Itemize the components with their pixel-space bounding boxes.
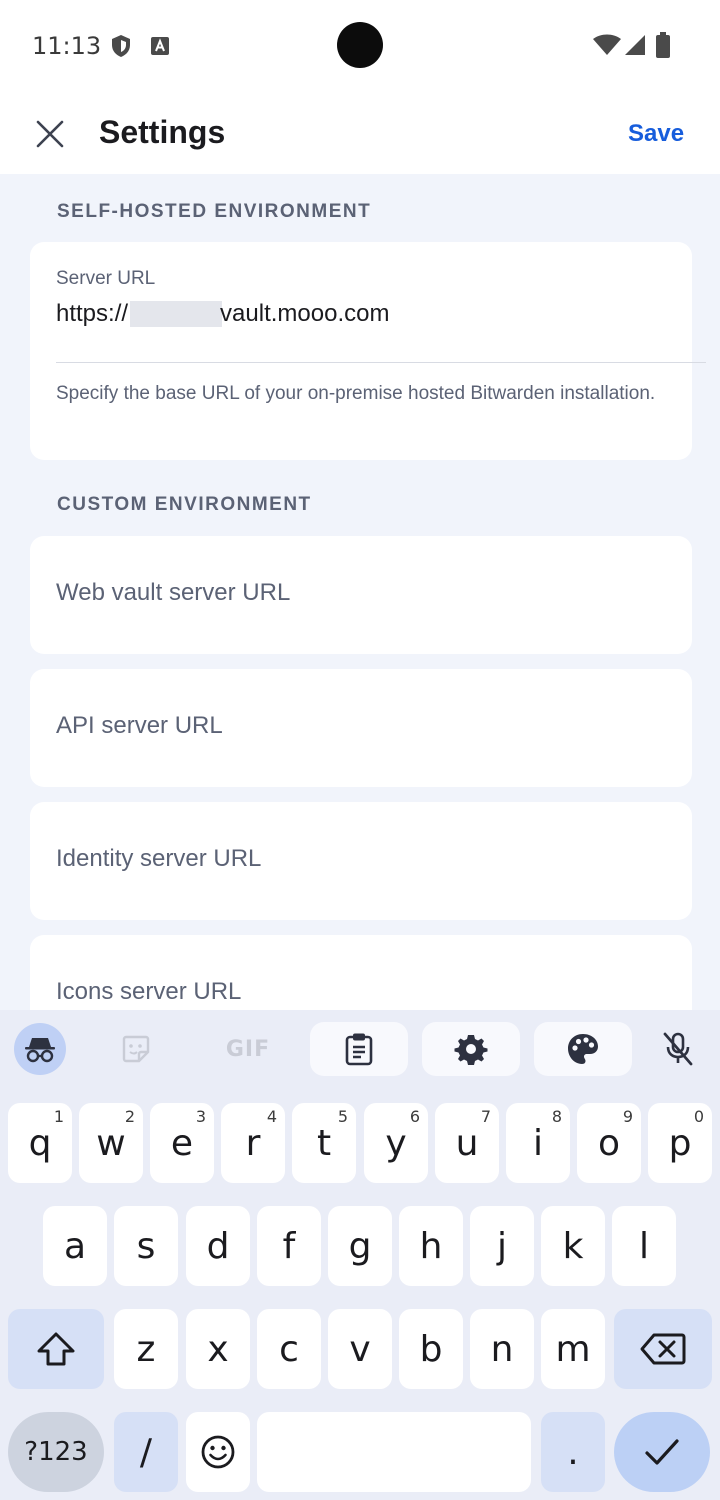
key-i[interactable]: i8 <box>506 1103 570 1183</box>
gear-icon <box>454 1035 488 1065</box>
done-key[interactable] <box>614 1412 710 1492</box>
incognito-icon <box>25 1038 55 1063</box>
backspace-key[interactable] <box>614 1309 712 1389</box>
symbols-key[interactable]: ?123 <box>8 1412 104 1492</box>
settings-button[interactable] <box>422 1022 520 1076</box>
battery-icon <box>656 32 670 63</box>
status-time: 11:13 <box>32 32 102 60</box>
key-j[interactable]: j <box>470 1206 534 1286</box>
mic-off-icon <box>663 1032 693 1066</box>
voice-input-button[interactable] <box>654 1022 702 1076</box>
space-key[interactable] <box>257 1412 531 1492</box>
web-vault-url-placeholder: Web vault server URL <box>56 579 291 606</box>
key-a[interactable]: a <box>43 1206 107 1286</box>
incognito-button[interactable] <box>14 1023 66 1075</box>
sticker-icon <box>122 1035 150 1063</box>
key-b[interactable]: b <box>399 1309 463 1389</box>
shield-icon <box>110 34 132 63</box>
redacted-text <box>130 301 223 327</box>
web-vault-url-field[interactable]: Web vault server URL <box>30 536 692 654</box>
key-e[interactable]: e3 <box>150 1103 214 1183</box>
settings-content: SELF-HOSTED ENVIRONMENT Server URL https… <box>0 174 720 1010</box>
api-server-url-placeholder: API server URL <box>56 712 223 739</box>
server-url-label: Server URL <box>56 268 156 289</box>
key-d[interactable]: d <box>186 1206 250 1286</box>
icons-server-url-placeholder: Icons server URL <box>56 978 242 1005</box>
period-key[interactable]: . <box>541 1412 605 1492</box>
key-x[interactable]: x <box>186 1309 250 1389</box>
api-server-url-field[interactable]: API server URL <box>30 669 692 787</box>
signal-icon <box>624 34 646 61</box>
page-title: Settings <box>99 114 226 150</box>
custom-section-header: CUSTOM ENVIRONMENT <box>57 494 312 515</box>
status-bar: 11:13 <box>0 0 720 92</box>
palette-icon <box>568 1034 598 1064</box>
emoji-key[interactable] <box>186 1412 250 1492</box>
check-icon <box>645 1439 679 1465</box>
clipboard-button[interactable] <box>310 1022 408 1076</box>
key-q[interactable]: q1 <box>8 1103 72 1183</box>
sticker-button[interactable] <box>112 1022 160 1076</box>
key-v[interactable]: v <box>328 1309 392 1389</box>
gif-button[interactable]: GIF <box>210 1022 286 1076</box>
key-t[interactable]: t5 <box>292 1103 356 1183</box>
key-o[interactable]: o9 <box>577 1103 641 1183</box>
close-button[interactable] <box>26 110 74 158</box>
save-button[interactable]: Save <box>620 118 692 150</box>
camera-cutout <box>337 22 383 68</box>
server-url-input[interactable]: https:// vault.mooo.com <box>56 300 389 328</box>
key-w[interactable]: w2 <box>79 1103 143 1183</box>
self-hosted-section-header: SELF-HOSTED ENVIRONMENT <box>57 201 372 222</box>
server-url-card: Server URL https:// vault.mooo.com Speci… <box>30 242 706 460</box>
gif-label: GIF <box>225 1036 271 1062</box>
theme-button[interactable] <box>534 1022 632 1076</box>
key-f[interactable]: f <box>257 1206 321 1286</box>
font-icon <box>150 36 170 61</box>
key-z[interactable]: z <box>114 1309 178 1389</box>
key-c[interactable]: c <box>257 1309 321 1389</box>
key-g[interactable]: g <box>328 1206 392 1286</box>
key-r[interactable]: r4 <box>221 1103 285 1183</box>
key-k[interactable]: k <box>541 1206 605 1286</box>
identity-server-url-placeholder: Identity server URL <box>56 845 262 872</box>
shift-icon <box>37 1332 75 1366</box>
identity-server-url-field[interactable]: Identity server URL <box>30 802 692 920</box>
key-h[interactable]: h <box>399 1206 463 1286</box>
key-l[interactable]: l <box>612 1206 676 1286</box>
icons-server-url-field[interactable]: Icons server URL <box>30 935 692 1010</box>
shift-key[interactable] <box>8 1309 104 1389</box>
clipboard-icon <box>345 1033 373 1066</box>
close-icon <box>36 120 64 148</box>
top-app-bar: Settings Save <box>0 92 720 174</box>
key-y[interactable]: y6 <box>364 1103 428 1183</box>
key-m[interactable]: m <box>541 1309 605 1389</box>
emoji-icon <box>201 1435 235 1469</box>
backspace-icon <box>640 1333 686 1365</box>
server-url-helper-text: Specify the base URL of your on-premise … <box>56 383 656 404</box>
soft-keyboard: GIF q1 w2 e3 r4 t5 y6 u7 i8 o9 p0 a s d … <box>0 1010 720 1500</box>
key-s[interactable]: s <box>114 1206 178 1286</box>
wifi-icon <box>592 34 622 61</box>
key-u[interactable]: u7 <box>435 1103 499 1183</box>
key-n[interactable]: n <box>470 1309 534 1389</box>
field-divider <box>56 362 706 363</box>
slash-key[interactable]: / <box>114 1412 178 1492</box>
server-url-prefix: https:// <box>56 300 129 327</box>
key-p[interactable]: p0 <box>648 1103 712 1183</box>
server-url-suffix: vault.mooo.com <box>220 300 390 327</box>
